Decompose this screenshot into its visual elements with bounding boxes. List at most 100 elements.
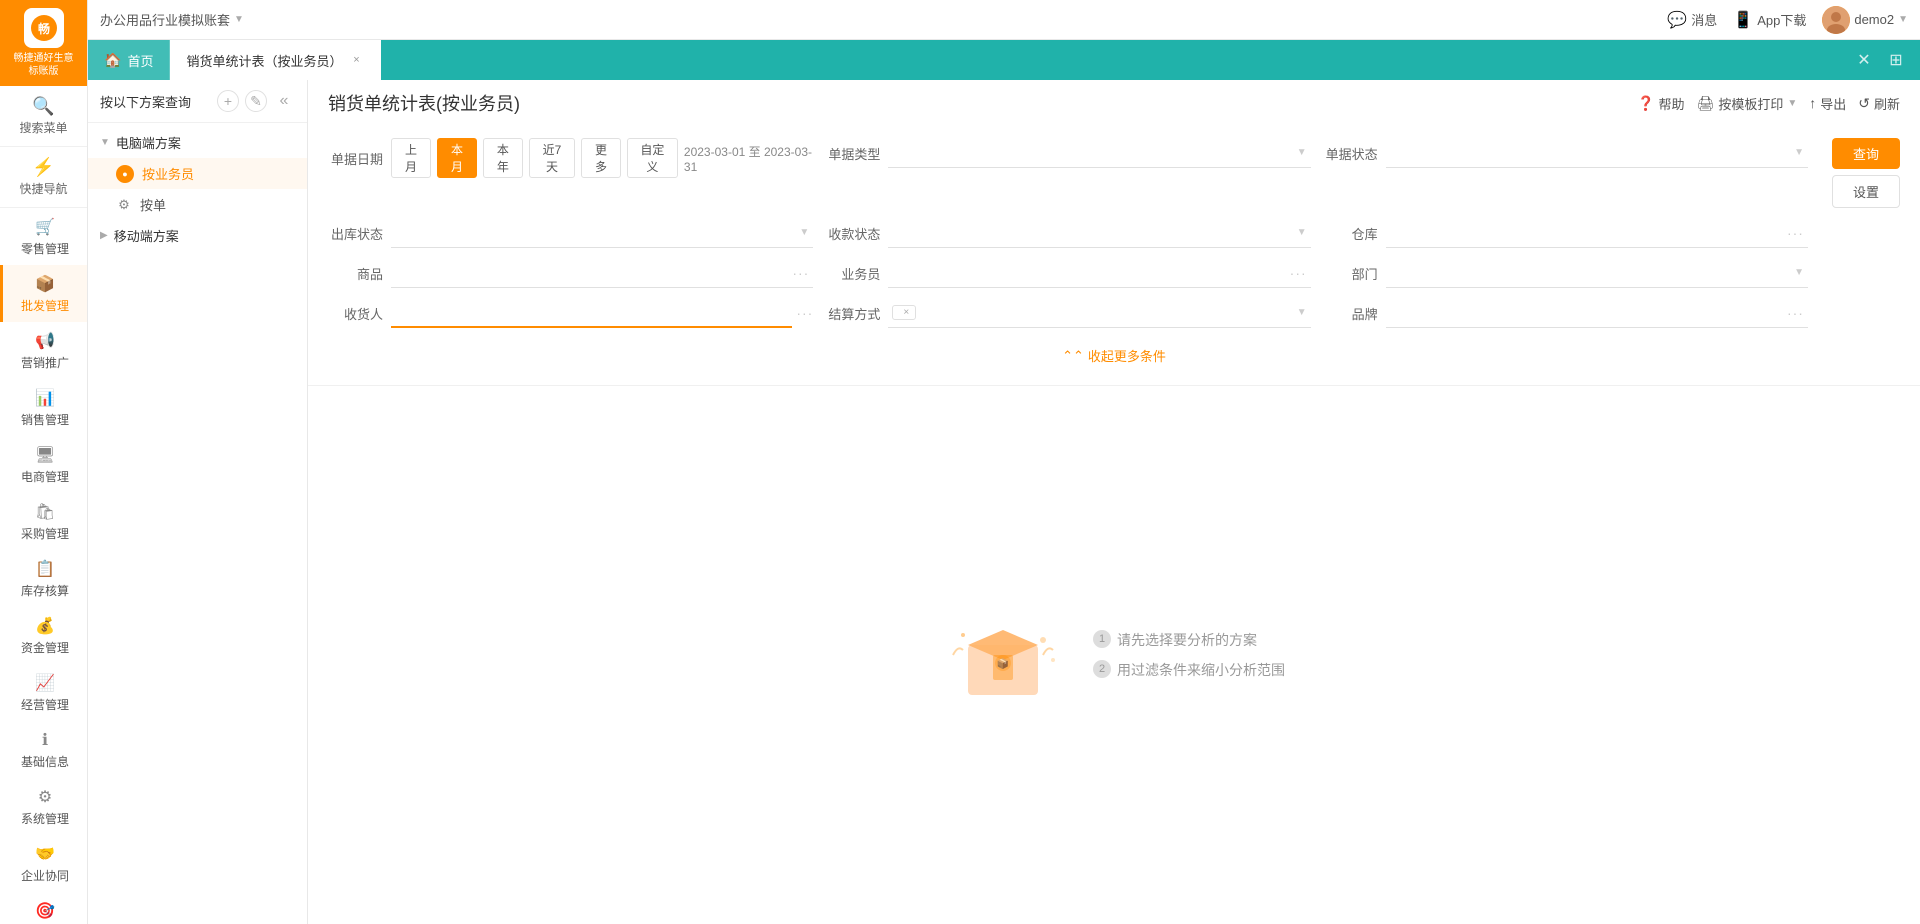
reset-button[interactable]: 设置 <box>1832 175 1900 208</box>
brand-dots-icon[interactable]: ··· <box>1787 305 1804 321</box>
left-panel-title: 按以下方案查询 <box>100 92 191 111</box>
finance-icon: 💰 <box>34 615 56 637</box>
sidebar-item-wholesale[interactable]: 📦 批发管理 <box>0 265 87 322</box>
sidebar-item-inventory[interactable]: 📋 库存核算 <box>0 550 87 607</box>
goods-dots-icon[interactable]: ··· <box>792 265 809 281</box>
query-button[interactable]: 查询 <box>1832 138 1900 169</box>
tree-item-mobile[interactable]: ▶ 移动端方案 <box>88 220 307 251</box>
collapse-panel-btn[interactable]: « <box>273 90 295 112</box>
date-btn-last7[interactable]: 近7天 <box>529 138 575 178</box>
out-status-arrow: ▼ <box>799 227 809 238</box>
settlement-select[interactable]: × ▼ <box>888 298 1310 328</box>
sidebar-nav-label: 快捷导航 <box>19 180 67 197</box>
basic-icon: ℹ <box>34 729 56 751</box>
left-panel-icons: + ✎ « <box>217 90 295 112</box>
warehouse-label: 仓库 <box>1323 224 1378 243</box>
out-status-select[interactable]: ▼ <box>391 218 813 248</box>
date-btn-this-month[interactable]: 本月 <box>437 138 477 178</box>
doc-status-arrow: ▼ <box>1794 147 1804 158</box>
tabbar: 🏠 首页 销货单统计表（按业务员） × ✕ ⊞ <box>88 40 1920 80</box>
sidebar-logo[interactable]: 畅 畅捷通好生意 标账版 <box>0 0 87 86</box>
receipt-status-arrow: ▼ <box>1297 227 1307 238</box>
tree-item-desktop[interactable]: ▼ 电脑端方案 <box>88 127 307 158</box>
tab-home[interactable]: 🏠 首页 <box>88 40 170 80</box>
consignee-dots-icon[interactable]: ··· <box>796 305 813 321</box>
date-btn-last-month[interactable]: 上月 <box>391 138 431 178</box>
refresh-btn[interactable]: ↺ 刷新 <box>1858 94 1900 113</box>
svg-text:畅: 畅 <box>37 21 49 36</box>
date-range-display: 2023-03-01 至 2023-03-31 <box>684 143 813 174</box>
date-btn-more[interactable]: 更多 <box>581 138 621 178</box>
sidebar-item-system-label: 系统管理 <box>21 810 69 827</box>
tree-arrow-mobile: ▶ <box>100 230 108 241</box>
tree-arrow-desktop: ▼ <box>100 137 110 148</box>
main-area: 办公用品行业模拟账套 ▼ 💬 消息 📱 App下载 <box>88 0 1920 924</box>
consignee-label: 收货人 <box>328 304 383 323</box>
salesperson-dots-icon[interactable]: ··· <box>1290 265 1307 281</box>
sales-icon: 📊 <box>34 387 56 409</box>
message-label: 消息 <box>1691 10 1717 29</box>
export-btn[interactable]: ↑ 导出 <box>1809 94 1846 113</box>
doc-status-label: 单据状态 <box>1323 144 1378 163</box>
doc-type-select[interactable]: ▼ <box>888 138 1310 168</box>
empty-state: 📦 1 请先选择要分析的方案 <box>943 605 1285 705</box>
tree-section: ▼ 电脑端方案 ● 按业务员 ⚙ 按单 ▶ 移动端方案 <box>88 123 307 255</box>
goods-select[interactable]: ··· <box>391 258 813 288</box>
date-btn-custom[interactable]: 自定义 <box>627 138 678 178</box>
sidebar-item-wholesale-label: 批发管理 <box>21 297 69 314</box>
tree-item-by-salesperson[interactable]: ● 按业务员 <box>88 158 307 189</box>
sidebar-item-enterprise[interactable]: 🤝 企业协同 <box>0 835 87 892</box>
message-btn[interactable]: 💬 消息 <box>1667 10 1717 30</box>
sidebar-quick-nav[interactable]: ⚡ 快捷导航 <box>0 147 87 208</box>
sidebar-item-marketing[interactable]: 📢 营销推广 <box>0 322 87 379</box>
empty-step1: 1 请先选择要分析的方案 <box>1093 630 1285 650</box>
brand-select[interactable]: ··· <box>1386 298 1808 328</box>
sidebar-item-ecommerce[interactable]: 🖥 电商管理 <box>0 436 87 493</box>
sidebar-item-sales[interactable]: 📊 销售管理 <box>0 379 87 436</box>
sidebar-item-system[interactable]: ⚙ 系统管理 <box>0 778 87 835</box>
dept-select[interactable]: ▼ <box>1386 258 1808 288</box>
collapse-up-icon: ⌃⌃ <box>1062 348 1084 364</box>
edit-scheme-btn[interactable]: ✎ <box>245 90 267 112</box>
sidebar-item-retail[interactable]: 🛒 零售管理 <box>0 208 87 265</box>
sidebar-item-newbie[interactable]: 🎯 新手引导 <box>0 892 87 924</box>
tree-label-mobile: 移动端方案 <box>114 226 179 245</box>
sidebar-item-retail-label: 零售管理 <box>21 240 69 257</box>
help-btn[interactable]: ❓ 帮助 <box>1637 94 1684 113</box>
doc-status-select[interactable]: ▼ <box>1386 138 1808 168</box>
collapse-filter-label: 收起更多条件 <box>1088 346 1166 365</box>
data-area: 📦 1 请先选择要分析的方案 <box>308 386 1920 924</box>
warehouse-select[interactable]: ··· <box>1386 218 1808 248</box>
settlement-tag-close[interactable]: × <box>903 307 909 318</box>
sidebar-item-basic[interactable]: ℹ 基础信息 <box>0 721 87 778</box>
print-btn[interactable]: 🖨 按模板打印 ▼ <box>1697 94 1798 113</box>
add-scheme-btn[interactable]: + <box>217 90 239 112</box>
inventory-icon: 📋 <box>34 558 56 580</box>
tab-close-icon[interactable]: × <box>348 52 364 68</box>
app-download-btn[interactable]: 📱 App下载 <box>1733 10 1806 30</box>
sidebar-item-purchase[interactable]: 🛍 采购管理 <box>0 493 87 550</box>
salesperson-select[interactable]: ··· <box>888 258 1310 288</box>
consignee-input[interactable] <box>391 298 792 328</box>
newbie-icon: 🎯 <box>34 900 56 922</box>
step2-text: 用过滤条件来缩小分析范围 <box>1117 660 1285 680</box>
user-chevron-icon: ▼ <box>1898 14 1908 25</box>
sidebar-item-operation[interactable]: 📈 经营管理 <box>0 664 87 721</box>
tree-item-by-order[interactable]: ⚙ 按单 <box>88 189 307 220</box>
chevron-down-icon: ▼ <box>234 14 244 25</box>
account-dropdown[interactable]: 办公用品行业模拟账套 ▼ <box>100 10 244 29</box>
tab-report[interactable]: 销货单统计表（按业务员） × <box>170 40 381 80</box>
tab-expand-btn[interactable]: ⊞ <box>1884 48 1908 72</box>
date-btn-this-year[interactable]: 本年 <box>483 138 523 178</box>
warehouse-dots-icon[interactable]: ··· <box>1787 225 1804 241</box>
tab-close-btn[interactable]: ✕ <box>1852 48 1876 72</box>
dept-arrow: ▼ <box>1794 267 1804 278</box>
refresh-icon: ↺ <box>1858 95 1870 112</box>
receipt-status-select[interactable]: ▼ <box>888 218 1310 248</box>
left-panel: 按以下方案查询 + ✎ « ▼ 电脑端方案 ● 按业务员 <box>88 80 308 924</box>
phone-icon: 📱 <box>1733 10 1753 30</box>
sidebar-search-btn[interactable]: 🔍 搜索菜单 <box>0 86 87 147</box>
sidebar-item-finance[interactable]: 💰 资金管理 <box>0 607 87 664</box>
collapse-filter-btn[interactable]: ⌃⌃ 收起更多条件 <box>328 338 1900 373</box>
user-profile-btn[interactable]: demo2 ▼ <box>1822 6 1908 34</box>
